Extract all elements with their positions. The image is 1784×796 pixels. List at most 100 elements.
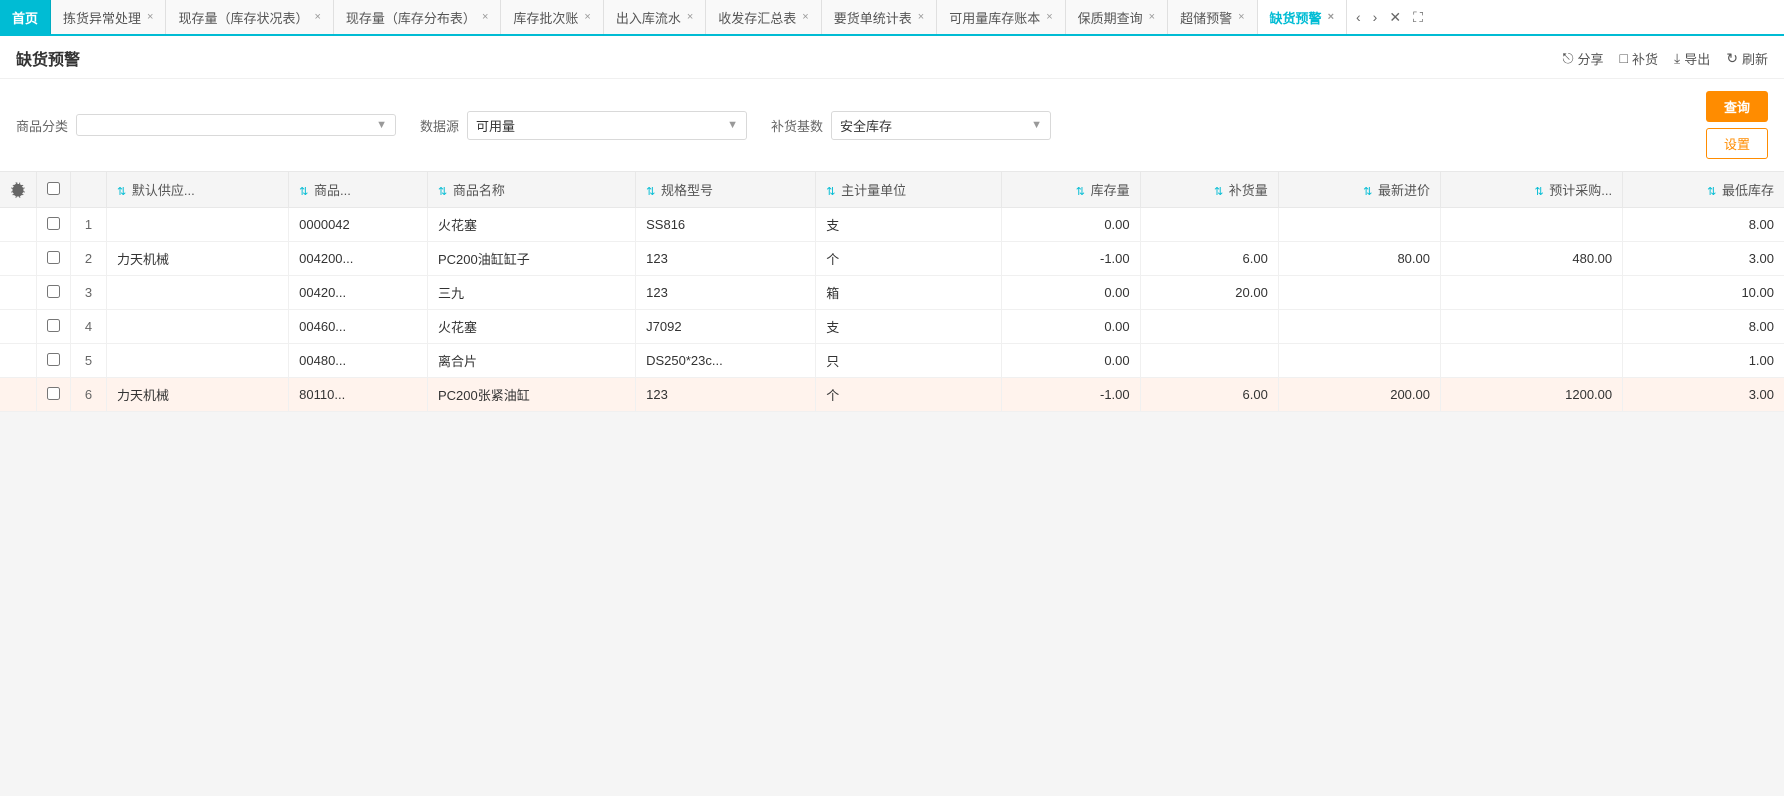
tab-expand-icon[interactable]: ⛶ [1408,7,1428,28]
close-tab-inventory-status[interactable]: × [314,11,320,23]
tab-close-all-icon[interactable]: ✕ [1384,7,1406,28]
row-latest-price-cell: 80.00 [1278,242,1440,276]
tab-demand[interactable]: 要货单统计表 × [822,0,937,35]
share-action[interactable]: ⎋ 分享 [1562,49,1603,68]
datasource-label: 数据源 [420,116,459,135]
table-wrapper: ⇅ 默认供应... ⇅ 商品... ⇅ 商品名称 ⇅ 规格型号 [0,171,1784,412]
col-header-supplier[interactable]: ⇅ 默认供应... [107,172,289,208]
tab-shortage[interactable]: 缺货预警 × [1258,0,1347,34]
tab-available[interactable]: 可用量库存账本 × [937,0,1065,35]
col-header-unit[interactable]: ⇅ 主计量单位 [816,172,1002,208]
row-check-cell[interactable] [37,242,71,276]
tab-next-icon[interactable]: › [1368,7,1383,27]
tab-overstock[interactable]: 超储预警 × [1168,0,1257,35]
close-tab-available[interactable]: × [1046,11,1052,23]
query-button[interactable]: 查询 [1706,91,1768,122]
table-row: 3 00420... 三九 123 箱 0.00 20.00 10.00 [0,276,1784,310]
settings-button[interactable]: 设置 [1706,128,1768,159]
row-check-cell[interactable] [37,310,71,344]
category-label: 商品分类 [16,116,68,135]
row-name-cell: 火花塞 [428,208,636,242]
min-stock-sort-icon: ⇅ [1707,186,1716,198]
row-est-purchase-cell: 480.00 [1440,242,1622,276]
row-gear-cell [0,344,37,378]
tab-exception-label: 拣货异常处理 [63,8,141,27]
export-action[interactable]: ⤓ 导出 [1674,49,1710,68]
close-tab-batch[interactable]: × [584,11,590,23]
row-checkbox[interactable] [47,353,60,366]
table-row: 1 0000042 火花塞 SS816 支 0.00 8.00 [0,208,1784,242]
row-est-purchase-cell [1440,344,1622,378]
col-header-spec[interactable]: ⇅ 规格型号 [636,172,816,208]
col-header-replenish[interactable]: ⇅ 补货量 [1140,172,1278,208]
col-header-check[interactable] [37,172,71,208]
row-check-cell[interactable] [37,276,71,310]
replenish-base-select[interactable]: 安全库存 ▼ [831,111,1051,140]
col-header-gear[interactable] [0,172,37,208]
sku-sort-icon: ⇅ [299,186,308,198]
row-checkbox[interactable] [47,387,60,400]
col-header-latest-price[interactable]: ⇅ 最新进价 [1278,172,1440,208]
row-stock-cell: 0.00 [1002,276,1140,310]
replenish-icon: □ [1620,50,1628,66]
row-min-stock-cell: 10.00 [1623,276,1784,310]
tab-overstock-label: 超储预警 [1180,8,1232,27]
close-tab-demand[interactable]: × [918,11,924,23]
tab-home[interactable]: 首页 [0,0,51,35]
row-checkbox[interactable] [47,285,60,298]
row-latest-price-cell: 200.00 [1278,378,1440,412]
row-latest-price-cell [1278,344,1440,378]
row-checkbox[interactable] [47,319,60,332]
tab-prev-icon[interactable]: ‹ [1351,7,1366,27]
refresh-action[interactable]: ↻ 刷新 [1726,49,1768,68]
col-header-sku[interactable]: ⇅ 商品... [289,172,428,208]
row-check-cell[interactable] [37,344,71,378]
col-header-name[interactable]: ⇅ 商品名称 [428,172,636,208]
row-num-cell: 2 [71,242,107,276]
tab-inventory-status[interactable]: 现存量（库存状况表） × [166,0,333,35]
row-spec-cell: J7092 [636,310,816,344]
action-buttons: 查询 设置 [1706,91,1768,159]
tab-inout[interactable]: 出入库流水 × [604,0,706,35]
select-all-checkbox[interactable] [47,182,60,195]
close-tab-expiry[interactable]: × [1149,11,1155,23]
col-header-est-purchase[interactable]: ⇅ 预计采购... [1440,172,1622,208]
table-body: 1 0000042 火花塞 SS816 支 0.00 8.00 2 力天机械 0… [0,208,1784,412]
tab-demand-label: 要货单统计表 [834,8,912,27]
header-actions: ⎋ 分享 □ 补货 ⤓ 导出 ↻ 刷新 [1562,49,1768,68]
col-header-stock[interactable]: ⇅ 库存量 [1002,172,1140,208]
close-tab-shortage[interactable]: × [1328,11,1334,23]
row-checkbox[interactable] [47,217,60,230]
category-select[interactable]: ▼ [76,114,396,136]
spec-sort-icon: ⇅ [646,186,655,198]
close-tab-exception[interactable]: × [147,11,153,23]
row-min-stock-cell: 3.00 [1623,242,1784,276]
gear-icon [10,182,26,198]
close-tab-inout[interactable]: × [687,11,693,23]
replenish-action[interactable]: □ 补货 [1620,49,1658,68]
row-sku-cell: 00460... [289,310,428,344]
row-stock-cell: -1.00 [1002,242,1140,276]
row-checkbox[interactable] [47,251,60,264]
tab-collect[interactable]: 收发存汇总表 × [706,0,821,35]
row-unit-cell: 箱 [816,276,1002,310]
close-tab-collect[interactable]: × [802,11,808,23]
close-tab-overstock[interactable]: × [1238,11,1244,23]
stock-sort-icon: ⇅ [1076,186,1085,198]
col-header-min-stock[interactable]: ⇅ 最低库存 [1623,172,1784,208]
datasource-filter-group: 数据源 可用量 ▼ [420,111,747,140]
tab-exception[interactable]: 拣货异常处理 × [51,0,166,35]
datasource-select[interactable]: 可用量 ▼ [467,111,747,140]
row-check-cell[interactable] [37,208,71,242]
row-spec-cell: SS816 [636,208,816,242]
tab-batch[interactable]: 库存批次账 × [501,0,603,35]
row-num-cell: 1 [71,208,107,242]
tab-inventory-dist[interactable]: 现存量（库存分布表） × [334,0,501,35]
close-tab-inventory-dist[interactable]: × [482,11,488,23]
row-unit-cell: 个 [816,242,1002,276]
row-min-stock-cell: 8.00 [1623,310,1784,344]
tab-expiry[interactable]: 保质期查询 × [1066,0,1168,35]
row-check-cell[interactable] [37,378,71,412]
row-supplier-cell: 力天机械 [107,378,289,412]
row-spec-cell: DS250*23c... [636,344,816,378]
